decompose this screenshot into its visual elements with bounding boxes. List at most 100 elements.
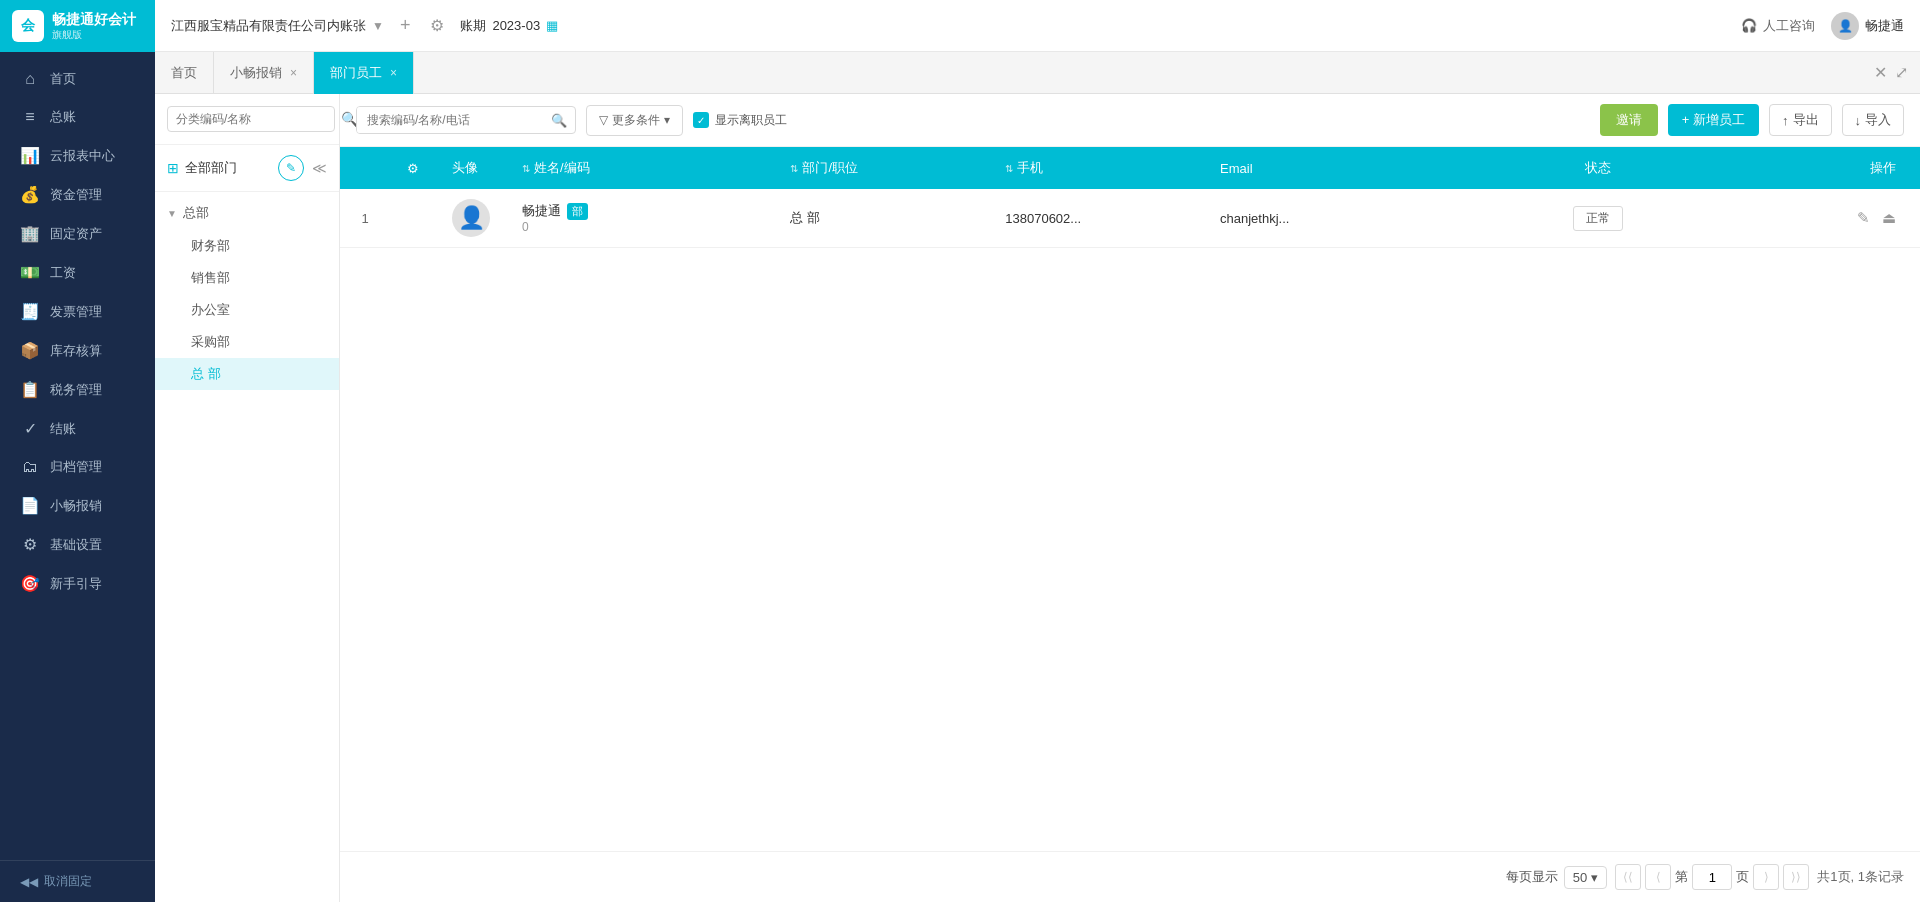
tab-xiaochang[interactable]: 小畅报销 × — [214, 52, 314, 94]
sidebar-item-settings[interactable]: ⚙ 基础设置 — [0, 525, 155, 564]
sidebar-item-reports[interactable]: 📊 云报表中心 — [0, 136, 155, 175]
tab-expand-icon[interactable]: ⤢ — [1895, 63, 1908, 82]
page-label-post: 页 — [1736, 868, 1749, 886]
tab-dept-close[interactable]: × — [390, 66, 397, 80]
sidebar-item-archive[interactable]: 🗂 归档管理 — [0, 448, 155, 486]
dept-group-zongbu[interactable]: ▼ 总部 — [155, 196, 339, 230]
dept-search-area: 🔍 — [155, 94, 339, 145]
sort-name-icon: ⇅ — [522, 163, 530, 174]
export-button[interactable]: ↑ 导出 — [1769, 104, 1832, 136]
sidebar-label-settings: 基础设置 — [50, 536, 102, 554]
pagination: 每页显示 50 ▾ ⟨⟨ ⟨ 第 页 ⟩ ⟩⟩ 共1页, 1条记录 — [340, 851, 1920, 902]
col-settings[interactable]: ⚙ — [390, 147, 436, 189]
first-page-button[interactable]: ⟨⟨ — [1615, 864, 1641, 890]
sidebar-item-assets[interactable]: 🏢 固定资产 — [0, 214, 155, 253]
period-selector[interactable]: 账期 2023-03 ▦ — [460, 17, 558, 35]
logo-title: 畅捷通好会计 — [52, 10, 136, 28]
show-resigned-toggle[interactable]: ✓ 显示离职员工 — [693, 112, 787, 129]
sidebar-item-checkout[interactable]: ✓ 结账 — [0, 409, 155, 448]
settings-icon: ⚙ — [20, 535, 40, 554]
tab-dept-label: 部门员工 — [330, 64, 382, 82]
sidebar-item-guide[interactable]: 🎯 新手引导 — [0, 564, 155, 603]
tab-dept-employee[interactable]: 部门员工 × — [314, 52, 414, 94]
avatar: 👤 — [452, 199, 490, 237]
next-page-button[interactable]: ⟩ — [1753, 864, 1779, 890]
cell-settings — [390, 189, 436, 248]
sidebar-item-ledger[interactable]: ≡ 总账 — [0, 98, 155, 136]
period-label: 账期 — [460, 17, 486, 35]
sidebar-item-tax[interactable]: 📋 税务管理 — [0, 370, 155, 409]
sidebar-item-capital[interactable]: 💰 资金管理 — [0, 175, 155, 214]
col-phone[interactable]: ⇅ 手机 — [989, 147, 1204, 189]
sidebar-item-xiaochang[interactable]: 📄 小畅报销 — [0, 486, 155, 525]
employee-search-icon[interactable]: 🔍 — [543, 113, 575, 128]
header: 江西服宝精品有限责任公司内账张 ▼ + ⚙ 账期 2023-03 ▦ 🎧 人工咨… — [155, 0, 1920, 52]
archive-icon: 🗂 — [20, 458, 40, 476]
add-employee-button[interactable]: + 新增员工 — [1668, 104, 1759, 136]
status-badge: 正常 — [1573, 206, 1623, 231]
company-dropdown-icon: ▼ — [372, 19, 384, 33]
cell-email: chanjethkj... — [1204, 189, 1490, 248]
sidebar-label-home: 首页 — [50, 70, 76, 88]
filter-arrow-icon: ▾ — [664, 113, 670, 127]
dept-item-caiwu[interactable]: 财务部 — [155, 230, 339, 262]
dept-collapse-button[interactable]: ≪ — [312, 160, 327, 176]
dept-item-bangongshi[interactable]: 办公室 — [155, 294, 339, 326]
reports-icon: 📊 — [20, 146, 40, 165]
add-company-button[interactable]: + — [396, 15, 415, 36]
dept-tree: ▼ 总部 财务部 销售部 办公室 采购部 总 部 — [155, 192, 339, 902]
employee-panel: 🔍 ▽ 更多条件 ▾ ✓ 显示离职员工 邀请 + 新增员工 — [340, 94, 1920, 902]
import-button[interactable]: ↓ 导入 — [1842, 104, 1905, 136]
prev-page-button[interactable]: ⟨ — [1645, 864, 1671, 890]
edit-icon[interactable]: ✎ — [1857, 209, 1870, 227]
cell-name: 畅捷通 部 0 — [506, 189, 774, 248]
home-icon: ⌂ — [20, 70, 40, 88]
sidebar-label-inventory: 库存核算 — [50, 342, 102, 360]
filter-button[interactable]: ▽ 更多条件 ▾ — [586, 105, 683, 136]
xiaochang-icon: 📄 — [20, 496, 40, 515]
employee-table: ⚙ 头像 ⇅ 姓名/编码 ⇅ — [340, 147, 1920, 248]
last-page-button[interactable]: ⟩⟩ — [1783, 864, 1809, 890]
col-no — [340, 147, 390, 189]
tab-home[interactable]: 首页 — [155, 52, 214, 94]
page-input[interactable] — [1692, 864, 1732, 890]
main-area: 江西服宝精品有限责任公司内账张 ▼ + ⚙ 账期 2023-03 ▦ 🎧 人工咨… — [155, 0, 1920, 902]
calendar-icon: ▦ — [546, 18, 558, 33]
sidebar-item-invoice[interactable]: 🧾 发票管理 — [0, 292, 155, 331]
sidebar-item-home[interactable]: ⌂ 首页 — [0, 60, 155, 98]
sidebar-label-xiaochang: 小畅报销 — [50, 497, 102, 515]
sidebar-label-assets: 固定资产 — [50, 225, 102, 243]
dept-item-caigou[interactable]: 采购部 — [155, 326, 339, 358]
dept-edit-button[interactable]: ✎ — [278, 155, 304, 181]
dept-tree-header: ⊞ 全部部门 ✎ ≪ — [155, 145, 339, 192]
tab-xiaochang-close[interactable]: × — [290, 66, 297, 80]
invite-button[interactable]: 邀请 — [1600, 104, 1658, 136]
dept-item-xiaoshou[interactable]: 销售部 — [155, 262, 339, 294]
employee-name-text: 畅捷通 — [522, 202, 561, 220]
cell-phone: 138070602... — [989, 189, 1204, 248]
support-button[interactable]: 🎧 人工咨询 — [1741, 17, 1815, 35]
sidebar-item-inventory[interactable]: 📦 库存核算 — [0, 331, 155, 370]
user-menu[interactable]: 👤 畅捷通 — [1831, 12, 1904, 40]
employee-search-input[interactable] — [357, 107, 543, 133]
dept-item-zongbu[interactable]: 总 部 — [155, 358, 339, 390]
col-dept[interactable]: ⇅ 部门/职位 — [774, 147, 989, 189]
page-size-select[interactable]: 50 ▾ — [1564, 866, 1607, 889]
header-settings-icon[interactable]: ⚙ — [426, 16, 448, 35]
dept-search-input[interactable] — [167, 106, 335, 132]
col-name[interactable]: ⇅ 姓名/编码 — [506, 147, 774, 189]
logout-icon[interactable]: ⏏ — [1882, 209, 1896, 227]
company-name: 江西服宝精品有限责任公司内账张 — [171, 17, 366, 35]
tab-xiaochang-label: 小畅报销 — [230, 64, 282, 82]
sidebar-label-archive: 归档管理 — [50, 458, 102, 476]
period-value: 2023-03 — [492, 18, 540, 33]
sidebar-label-reports: 云报表中心 — [50, 147, 115, 165]
cancel-fixed-button[interactable]: ◀◀ 取消固定 — [0, 860, 155, 902]
cell-action: ✎ ⏏ — [1705, 189, 1920, 248]
tab-close-all-icon[interactable]: ✕ — [1874, 63, 1887, 82]
company-selector[interactable]: 江西服宝精品有限责任公司内账张 ▼ — [171, 17, 384, 35]
sidebar-item-salary[interactable]: 💵 工资 — [0, 253, 155, 292]
cell-no: 1 — [340, 189, 390, 248]
table-settings-icon[interactable]: ⚙ — [407, 161, 419, 176]
tab-bar: 首页 小畅报销 × 部门员工 × ✕ ⤢ — [155, 52, 1920, 94]
